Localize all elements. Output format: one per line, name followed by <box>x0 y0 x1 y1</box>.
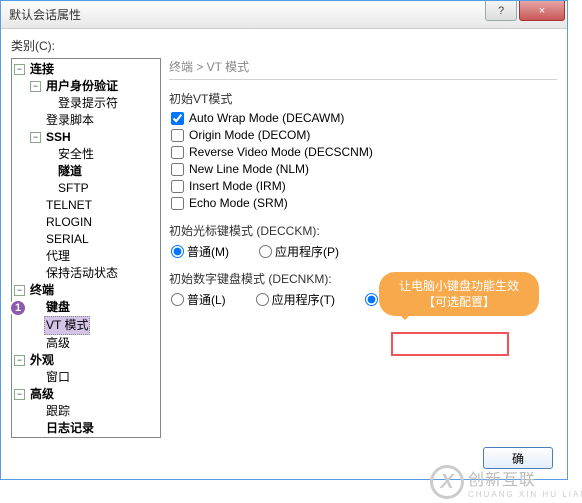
help-button[interactable]: ? <box>485 1 517 21</box>
tree-toggle[interactable]: − <box>14 64 25 75</box>
tree-sec[interactable]: 安全性 <box>56 146 96 163</box>
tree-ssh[interactable]: SSH <box>44 129 73 146</box>
lbl-irm: Insert Mode (IRM) <box>189 179 286 193</box>
tree-proxy[interactable]: 代理 <box>44 248 72 265</box>
tree-prompt[interactable]: 登录提示符 <box>56 95 120 112</box>
tree-trace[interactable]: 跟踪 <box>44 403 72 420</box>
tree-serial[interactable]: SERIAL <box>44 231 91 248</box>
tree-rlogin[interactable]: RLOGIN <box>44 214 94 231</box>
tree-keep[interactable]: 保持活动状态 <box>44 265 120 282</box>
chk-rvm[interactable] <box>171 146 184 159</box>
tree-appearance[interactable]: 外观 <box>28 352 56 369</box>
tree-toggle[interactable]: − <box>30 81 41 92</box>
tree-connection[interactable]: 连接 <box>28 61 56 78</box>
tree-toggle[interactable]: − <box>14 285 25 296</box>
lbl-awm: Auto Wrap Mode (DECAWM) <box>189 111 344 125</box>
tree-toggle[interactable]: − <box>14 355 25 366</box>
radio-numpad-normal[interactable] <box>171 293 184 306</box>
tree-adv[interactable]: 高级 <box>44 335 72 352</box>
highlight-rect <box>391 332 509 356</box>
category-label: 类别(C): <box>11 37 557 54</box>
chk-nlm[interactable] <box>171 163 184 176</box>
tree-telnet[interactable]: TELNET <box>44 197 94 214</box>
section-initvt: 初始VT模式 <box>169 90 557 107</box>
chk-irm[interactable] <box>171 180 184 193</box>
tree-sftp[interactable]: SFTP <box>56 180 91 197</box>
radio-numpad-app[interactable] <box>256 293 269 306</box>
tree-tunnel[interactable]: 隧道 <box>56 163 84 180</box>
callout-bubble: 让电脑小键盘功能生效 【可选配置】 <box>379 272 539 316</box>
tree-window[interactable]: 窗口 <box>44 369 72 386</box>
category-tree[interactable]: −连接 −用户身份验证 登录提示符 登录脚本 −SSH 安全性 隧道 SFTP <box>11 58 161 438</box>
tree-vt-mode[interactable]: VT 模式 <box>44 316 90 335</box>
tree-toggle[interactable]: − <box>14 389 25 400</box>
lbl-rvm: Reverse Video Mode (DECSCNM) <box>189 145 373 159</box>
tree-terminal[interactable]: 终端 <box>28 282 56 299</box>
callout-marker-1: 1 <box>9 299 27 317</box>
chk-awm[interactable] <box>171 112 184 125</box>
section-cursor: 初始光标键模式 (DECCKM): <box>169 222 557 239</box>
tree-script[interactable]: 登录脚本 <box>44 112 96 129</box>
tree-file[interactable]: 文件传输 <box>28 437 80 438</box>
close-button[interactable]: × <box>519 1 565 21</box>
lbl-nlm: New Line Mode (NLM) <box>189 162 309 176</box>
watermark: X 创新互联 CHUANG XIN HU LIAN <box>430 465 582 499</box>
radio-cursor-normal[interactable] <box>171 245 184 258</box>
radio-cursor-app[interactable] <box>259 245 272 258</box>
tree-log[interactable]: 日志记录 <box>44 420 96 437</box>
tree-adv2[interactable]: 高级 <box>28 386 56 403</box>
chk-echo[interactable] <box>171 197 184 210</box>
title-bar: 默认会话属性 ? × <box>1 1 567 29</box>
settings-panel: 终端 > VT 模式 初始VT模式 Auto Wrap Mode (DECAWM… <box>169 58 557 438</box>
breadcrumb: 终端 > VT 模式 <box>169 58 557 75</box>
lbl-om: Origin Mode (DECOM) <box>189 128 310 142</box>
lbl-echo: Echo Mode (SRM) <box>189 196 288 210</box>
chk-om[interactable] <box>171 129 184 142</box>
radio-numpad-setnormal[interactable] <box>365 293 378 306</box>
tree-kbd[interactable]: 键盘 <box>44 299 72 316</box>
window-title: 默认会话属性 <box>9 6 485 23</box>
tree-toggle[interactable]: − <box>30 132 41 143</box>
tree-auth[interactable]: 用户身份验证 <box>44 78 120 95</box>
